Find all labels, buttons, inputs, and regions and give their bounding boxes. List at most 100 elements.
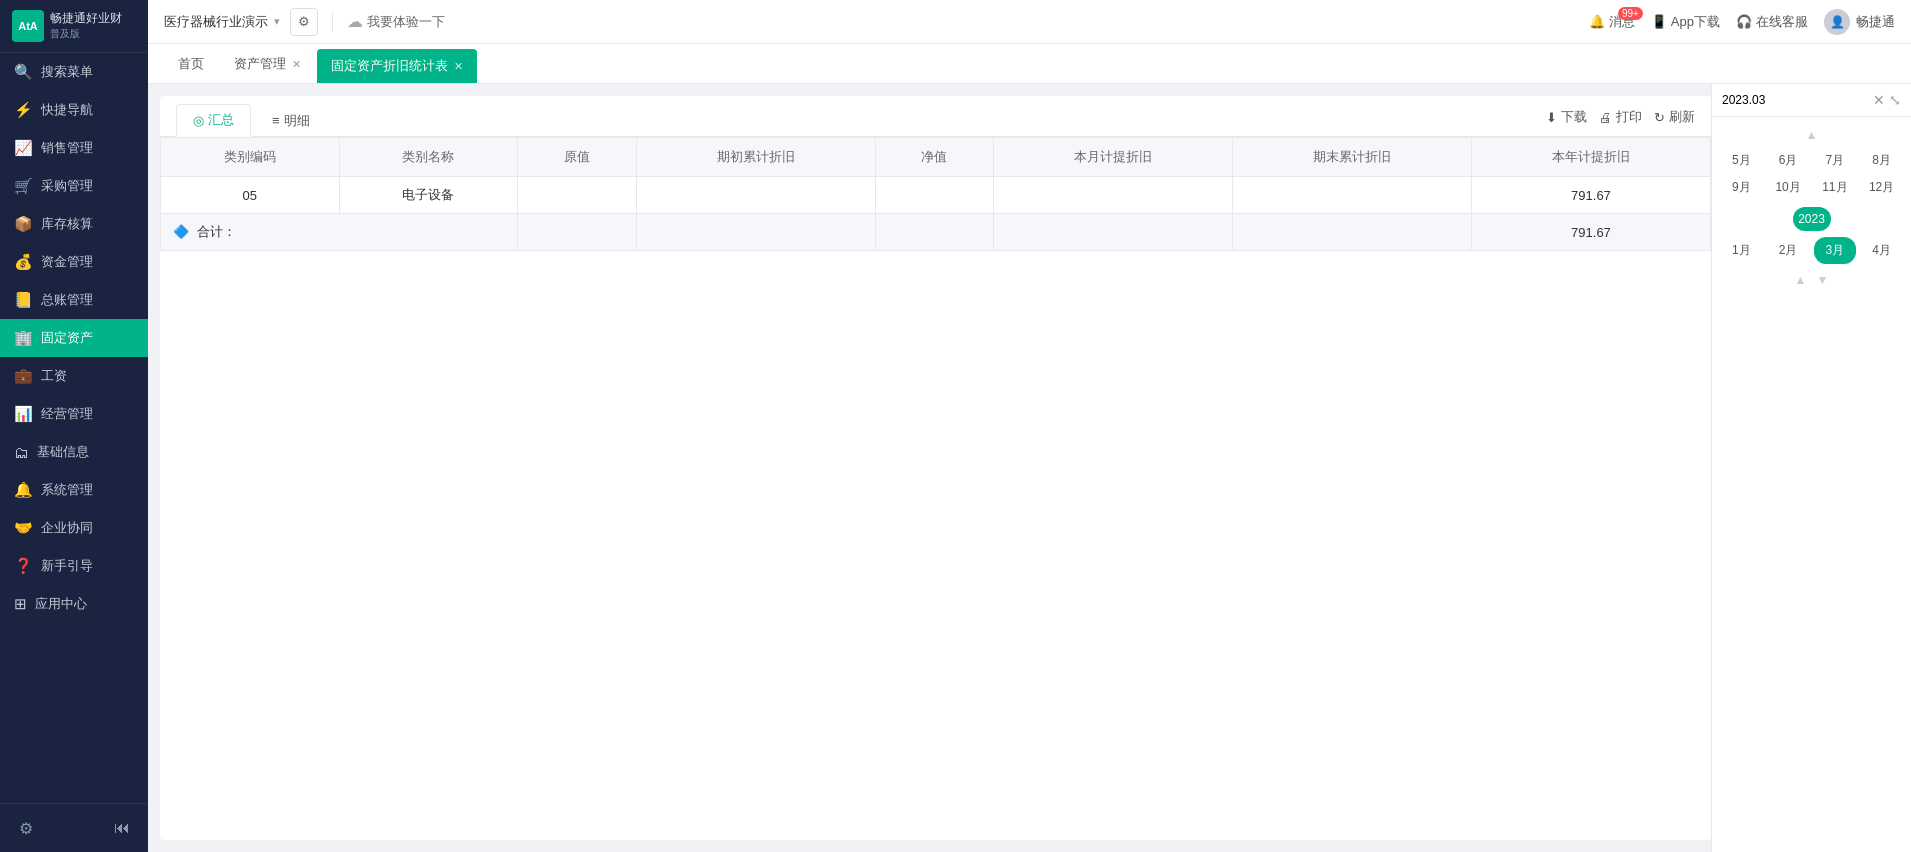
app-download-button[interactable]: 📱 App下载 [1651,13,1720,31]
experience-button[interactable]: ☁ 我要体验一下 [347,12,445,31]
month-aug[interactable]: 8月 [1861,147,1903,174]
total-monthly-dep [993,214,1232,251]
avatar-icon: 👤 [1830,15,1845,29]
system-icon: 🔔 [14,481,33,499]
bell-icon: 🔔 [1589,14,1605,29]
refresh-button[interactable]: ↻ 刷新 [1654,108,1695,126]
month-dec[interactable]: 12月 [1861,174,1903,201]
sidebar-item-search[interactable]: 🔍 搜索菜单 [0,53,148,91]
tab-depreciation-table[interactable]: 固定资产折旧统计表 ✕ [317,49,477,83]
sidebar-label-fixed-assets: 固定资产 [41,329,93,347]
download-label: 下载 [1561,108,1587,126]
sidebar-item-purchase[interactable]: 🛒 采购管理 [0,167,148,205]
finance-icon: 💰 [14,253,33,271]
col-header-net-value: 净值 [875,138,993,177]
sidebar-item-fixed-assets[interactable]: 🏢 固定资产 [0,319,148,357]
subtab-summary-label: 汇总 [208,111,234,129]
prev-year-nav[interactable]: ▲ [1803,125,1821,145]
download-icon: ⬇ [1546,110,1557,125]
panel-date-label: 2023.03 [1722,93,1765,107]
detail-icon: ≡ [272,113,280,128]
sidebar-collapse-button[interactable]: ⏮ [108,814,136,842]
subtab-detail[interactable]: ≡ 明细 [255,104,327,136]
row-closing-acc-dep [1232,177,1471,214]
sidebar-item-payroll[interactable]: 💼 工资 [0,357,148,395]
month-apr[interactable]: 4月 [1861,237,1903,264]
row-net-value [875,177,993,214]
tab-home-label: 首页 [178,55,204,73]
topbar: 医疗器械行业演示 ▾ ⚙ ☁ 我要体验一下 🔔 消息 99+ 📱 App下载 🎧… [148,0,1911,44]
messages-button[interactable]: 🔔 消息 99+ [1589,13,1635,31]
table-container: 类别编码 类别名称 原值 期初累计折旧 净值 本月计提折旧 期末累计折旧 本年计… [160,137,1711,840]
month-mar[interactable]: 3月 [1814,237,1856,264]
month-jul[interactable]: 7月 [1814,147,1856,174]
col-header-monthly-dep: 本月计提折旧 [993,138,1232,177]
total-row: 🔷 合计： 791.67 [161,214,1711,251]
next-period-down[interactable]: ▼ [1814,270,1832,290]
row-name: 电子设备 [339,177,518,214]
headset-icon: 🎧 [1736,14,1752,29]
content-area: ◎ 汇总 ≡ 明细 ⬇ 下载 🖨 打印 [148,84,1911,852]
sidebar-item-finance[interactable]: 💰 资金管理 [0,243,148,281]
cloud-icon: ☁ [347,12,363,31]
collapse-arrow-icon: ⏮ [114,819,130,837]
guide-icon: ❓ [14,557,33,575]
tab-depreciation-close-icon[interactable]: ✕ [454,60,463,73]
sidebar-label-appcenter: 应用中心 [35,595,87,613]
print-button[interactable]: 🖨 打印 [1599,108,1642,126]
online-service-button[interactable]: 🎧 在线客服 [1736,13,1808,31]
sidebar-item-operations[interactable]: 📊 经营管理 [0,395,148,433]
month-sep[interactable]: 9月 [1720,174,1762,201]
topbar-settings-button[interactable]: ⚙ [290,8,318,36]
sidebar-item-system[interactable]: 🔔 系统管理 [0,471,148,509]
sidebar-item-quicknav[interactable]: ⚡ 快捷导航 [0,91,148,129]
topbar-right: 🔔 消息 99+ 📱 App下载 🎧 在线客服 👤 畅捷通 [1589,9,1895,35]
sidebar-item-appcenter[interactable]: ⊞ 应用中心 [0,585,148,623]
col-header-code: 类别编码 [161,138,340,177]
month-jun[interactable]: 6月 [1767,147,1809,174]
month-oct[interactable]: 10月 [1767,174,1809,201]
sidebar-item-sales[interactable]: 📈 销售管理 [0,129,148,167]
quicknav-icon: ⚡ [14,101,33,119]
table-row[interactable]: 05 电子设备 791.67 [161,177,1711,214]
sidebar-item-basic-info[interactable]: 🗂 基础信息 [0,433,148,471]
month-jan[interactable]: 1月 [1720,237,1762,264]
download-button[interactable]: ⬇ 下载 [1546,108,1587,126]
user-menu-button[interactable]: 👤 畅捷通 [1824,9,1895,35]
avatar: 👤 [1824,9,1850,35]
month-nov[interactable]: 11月 [1814,174,1856,201]
subtab-summary[interactable]: ◎ 汇总 [176,104,251,137]
total-label-cell: 🔷 合计： [161,214,518,251]
sidebar-item-inventory[interactable]: 📦 库存核算 [0,205,148,243]
sidebar-item-guide[interactable]: ❓ 新手引导 [0,547,148,585]
tabbar: 首页 资产管理 ✕ 固定资产折旧统计表 ✕ [148,44,1911,84]
month-feb[interactable]: 2月 [1767,237,1809,264]
panel-expand-button[interactable]: ⤡ [1889,92,1901,108]
sidebar-nav: 🔍 搜索菜单 ⚡ 快捷导航 📈 销售管理 🛒 采购管理 📦 库存核算 💰 资金管… [0,53,148,803]
total-net-value [875,214,993,251]
sidebar-item-ledger[interactable]: 📒 总账管理 [0,281,148,319]
subtab-actions: ⬇ 下载 🖨 打印 ↻ 刷新 [1546,108,1695,132]
month-may[interactable]: 5月 [1720,147,1762,174]
sidebar-label-collab: 企业协同 [41,519,93,537]
sidebar-label-search: 搜索菜单 [41,63,93,81]
panel-close-button[interactable]: ✕ [1873,92,1885,108]
payroll-icon: 💼 [14,367,33,385]
sidebar-footer: ⚙ ⏮ [0,803,148,852]
tab-asset-mgmt[interactable]: 资产管理 ✕ [220,47,315,83]
sidebar-item-collab[interactable]: 🤝 企业协同 [0,509,148,547]
sidebar-label-guide: 新手引导 [41,557,93,575]
sidebar-settings-button[interactable]: ⚙ [12,814,40,842]
tab-home[interactable]: 首页 [164,47,218,83]
search-icon: 🔍 [14,63,33,81]
company-selector[interactable]: 医疗器械行业演示 ▾ [164,13,280,31]
panel-title: 2023.03 [1722,93,1765,107]
sales-icon: 📈 [14,139,33,157]
year-badge[interactable]: 2023 [1793,207,1831,231]
next-period-up[interactable]: ▲ [1792,270,1810,290]
basic-info-icon: 🗂 [14,444,29,461]
panel-controls: ✕ ⤡ [1873,92,1901,108]
row-monthly-dep [993,177,1232,214]
total-closing-acc-dep [1232,214,1471,251]
tab-asset-mgmt-close-icon[interactable]: ✕ [292,58,301,71]
